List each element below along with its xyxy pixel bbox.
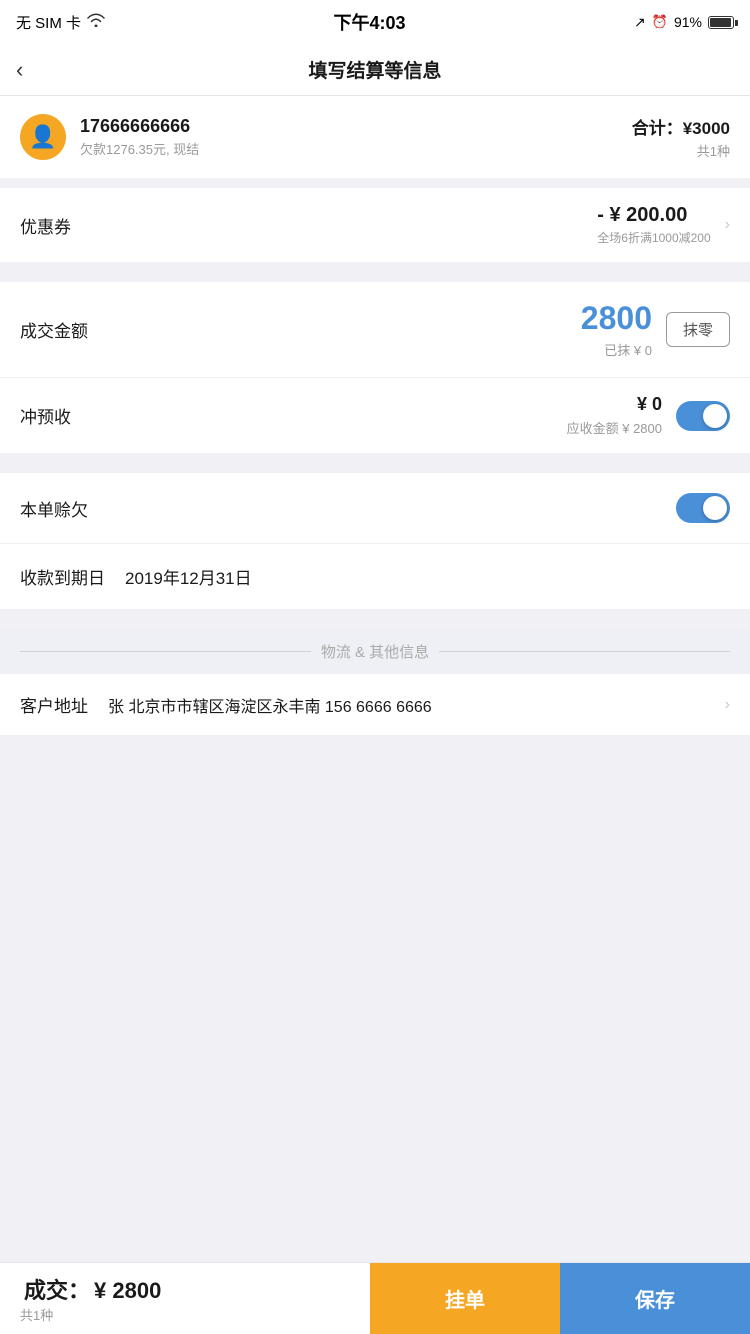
save-button[interactable]: 保存 xyxy=(560,1263,750,1334)
avatar: 👤 xyxy=(20,114,66,160)
prepay-right: ¥ 0 应收金额 ¥ 2800 xyxy=(567,394,730,437)
total-amount: 合计：¥3000 xyxy=(632,114,730,139)
duedate-value: 2019年12月31日 xyxy=(125,564,252,589)
prepay-sub: 应收金额 ¥ 2800 xyxy=(567,418,662,437)
page-title: 填写结算等信息 xyxy=(308,56,441,83)
customer-info: 17666666666 欠款1276.35元, 现结 xyxy=(80,116,199,158)
customer-phone: 17666666666 xyxy=(80,116,199,137)
customer-right: 合计：¥3000 共1种 xyxy=(632,114,730,160)
coupon-card: 优惠券 - ¥ 200.00 全场6折满1000减200 › xyxy=(0,188,750,262)
bottom-summary: 成交：¥ 2800 共1种 xyxy=(0,1273,370,1324)
back-button[interactable]: ‹ xyxy=(16,57,23,83)
debt-card: 本单赊欠 收款到期日 2019年12月31日 xyxy=(0,473,750,609)
customer-sub: 欠款1276.35元, 现结 xyxy=(80,139,199,158)
customer-card: 👤 17666666666 欠款1276.35元, 现结 合计：¥3000 共1… xyxy=(0,96,750,178)
status-time: 下午4:03 xyxy=(334,9,406,35)
section-divider-2 xyxy=(0,463,750,473)
deal-amount-label: 成交金额 xyxy=(20,317,88,342)
main-content: 👤 17666666666 欠款1276.35元, 现结 合计：¥3000 共1… xyxy=(0,96,750,865)
logistics-line-left xyxy=(20,651,311,652)
round-button[interactable]: 抹零 xyxy=(666,312,730,347)
debt-label: 本单赊欠 xyxy=(20,496,88,521)
coupon-right: - ¥ 200.00 全场6折满1000减200 › xyxy=(597,204,730,246)
coupon-row[interactable]: 优惠券 - ¥ 200.00 全场6折满1000减200 › xyxy=(0,188,750,262)
bottom-spacer xyxy=(0,745,750,865)
section-divider-1 xyxy=(0,272,750,282)
logistics-line-right xyxy=(439,651,730,652)
prepay-toggle[interactable] xyxy=(676,401,730,431)
duedate-label: 收款到期日 xyxy=(20,564,105,589)
total-label: 合计： xyxy=(632,119,683,138)
debt-toggle[interactable] xyxy=(676,493,730,523)
address-chevron-icon: › xyxy=(725,696,730,714)
bottom-deal-amount: ¥ 2800 xyxy=(94,1278,161,1303)
prepay-amount: ¥ 0 xyxy=(567,394,662,415)
debt-row: 本单赊欠 xyxy=(0,473,750,543)
bottom-count: 共1种 xyxy=(20,1305,350,1324)
total-count: 共1种 xyxy=(632,141,730,160)
customer-row: 👤 17666666666 欠款1276.35元, 现结 合计：¥3000 共1… xyxy=(0,96,750,178)
status-bar: 无 SIM 卡 下午4:03 ↗ ⏰ 91% xyxy=(0,0,750,44)
deal-amount-sub: 已抹 ¥ 0 xyxy=(581,340,652,359)
carrier-label: 无 SIM 卡 xyxy=(16,12,81,33)
deal-amount-right: 2800 已抹 ¥ 0 抹零 xyxy=(581,300,730,359)
bottom-bar: 成交：¥ 2800 共1种 挂单 保存 xyxy=(0,1262,750,1334)
status-left: 无 SIM 卡 xyxy=(16,12,105,33)
battery-percent: 91% xyxy=(674,14,702,30)
address-label: 客户地址 xyxy=(20,692,88,717)
coupon-desc: 全场6折满1000减200 xyxy=(597,229,710,246)
status-right: ↗ ⏰ 91% xyxy=(634,14,734,31)
duedate-row: 收款到期日 2019年12月31日 xyxy=(0,543,750,609)
logistics-divider: 物流 & 其他信息 xyxy=(0,629,750,674)
section-divider-3 xyxy=(0,619,750,629)
total-value: ¥3000 xyxy=(683,119,730,138)
wifi-icon xyxy=(87,13,105,31)
toggle-thumb-2 xyxy=(703,496,727,520)
coupon-label: 优惠券 xyxy=(20,213,71,238)
avatar-icon: 👤 xyxy=(29,124,56,150)
battery-icon xyxy=(708,16,734,29)
hang-button[interactable]: 挂单 xyxy=(370,1263,560,1334)
amount-section: 成交金额 2800 已抹 ¥ 0 抹零 冲预收 ¥ 0 应收金额 ¥ 2800 xyxy=(0,282,750,453)
alarm-icon: ⏰ xyxy=(652,14,668,30)
logistics-label: 物流 & 其他信息 xyxy=(321,641,429,662)
address-card: 客户地址 张 北京市市辖区海淀区永丰南 156 6666 6666 › xyxy=(0,674,750,735)
toggle-thumb xyxy=(703,404,727,428)
deal-amount-value: 2800 xyxy=(581,300,652,337)
chevron-right-icon: › xyxy=(725,216,730,234)
deal-amount-row: 成交金额 2800 已抹 ¥ 0 抹零 xyxy=(0,282,750,377)
address-value: 张 北京市市辖区海淀区永丰南 156 6666 6666 xyxy=(108,693,721,717)
customer-left: 👤 17666666666 欠款1276.35元, 现结 xyxy=(20,114,199,160)
nav-bar: ‹ 填写结算等信息 xyxy=(0,44,750,96)
coupon-amount: - ¥ 200.00 xyxy=(597,204,710,227)
prepay-label: 冲预收 xyxy=(20,403,71,428)
location-icon: ↗ xyxy=(634,14,646,31)
prepay-row: 冲预收 ¥ 0 应收金额 ¥ 2800 xyxy=(0,377,750,453)
bottom-deal-label: 成交：¥ 2800 xyxy=(20,1273,350,1305)
address-row[interactable]: 客户地址 张 北京市市辖区海淀区永丰南 156 6666 6666 › xyxy=(0,674,750,735)
